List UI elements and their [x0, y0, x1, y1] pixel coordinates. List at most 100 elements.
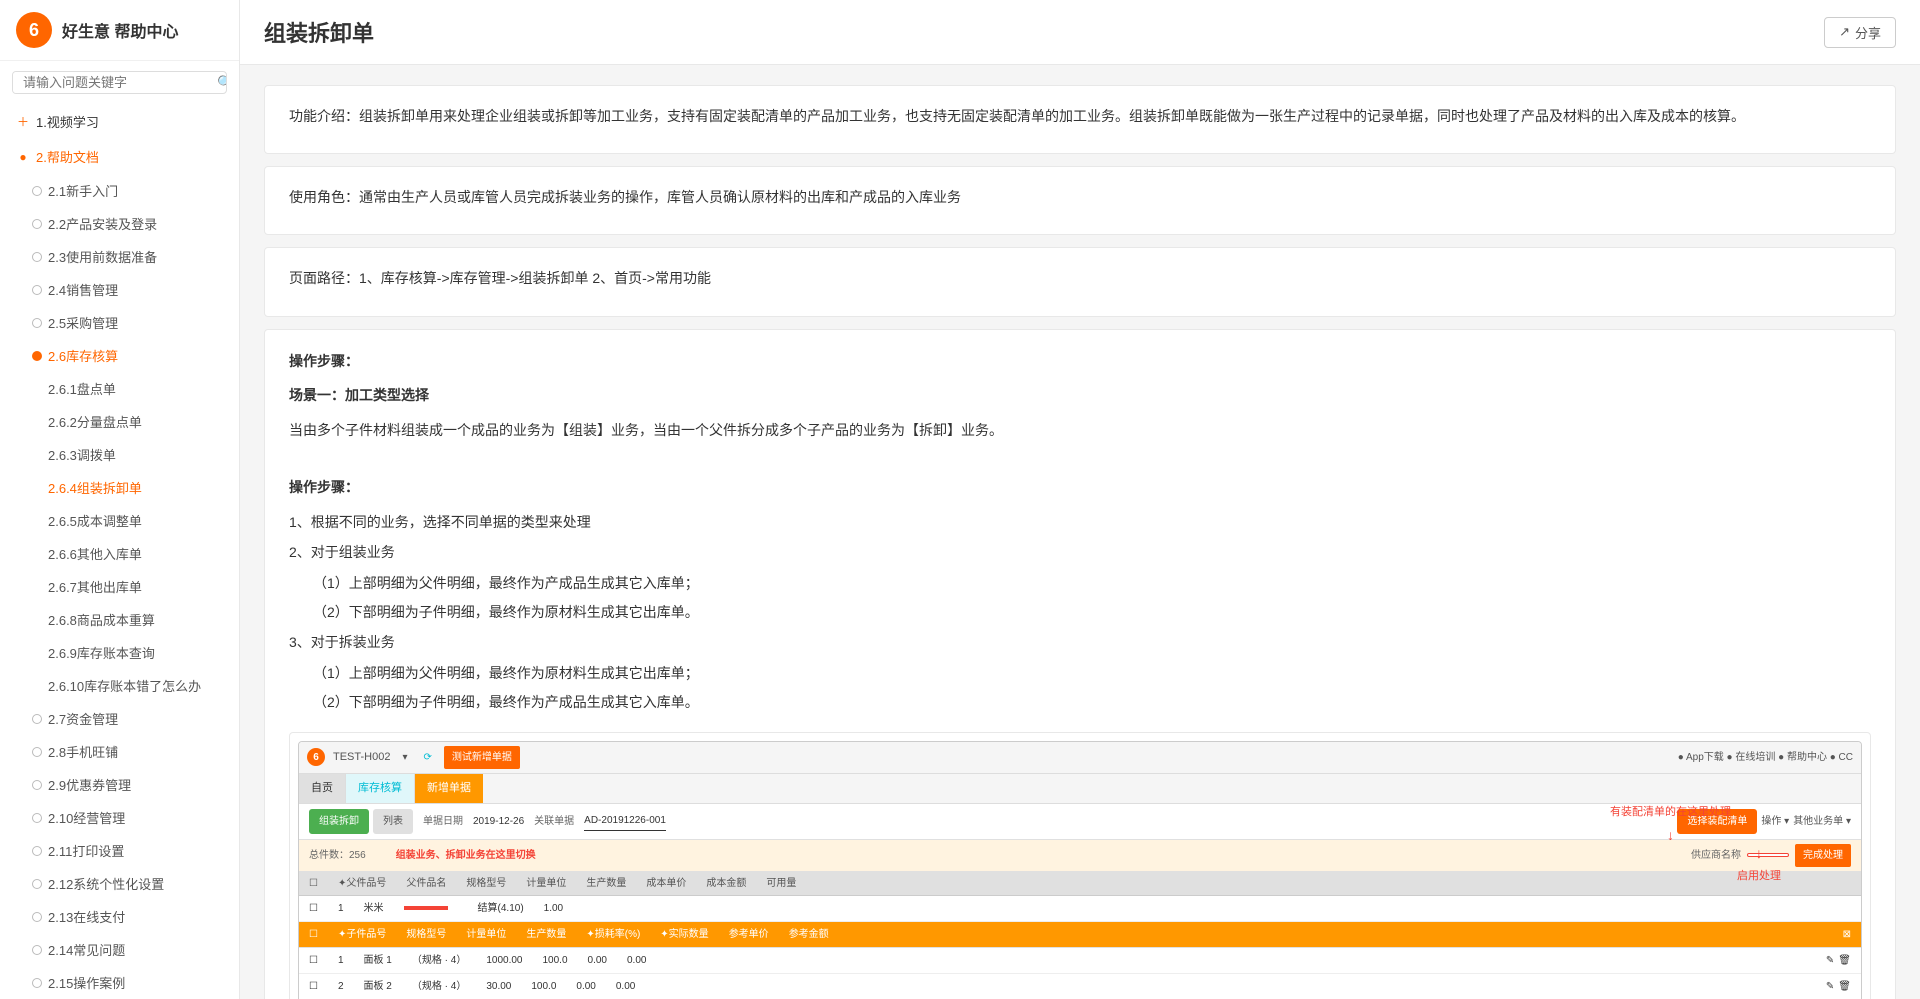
brow1-actions: ✎ 🗑: [1826, 951, 1851, 970]
brow2-actions: ✎ 🗑: [1826, 977, 1851, 996]
mock-app-id: TEST-H002: [333, 747, 390, 768]
sidebar-item-cost-adjust[interactable]: 2.6.5成本调整单: [0, 504, 239, 537]
screenshot-wrapper: 6 TEST-H002 ▾ ⟳ 测试新增单据 ● App下载 ● 在线培训 ● …: [289, 732, 1871, 999]
page-title: 组装拆卸单: [264, 16, 374, 48]
sidebar-item-online-pay[interactable]: 2.13在线支付: [0, 900, 239, 933]
mock-count-label: 总件数：256: [309, 846, 366, 865]
dot-icon: [32, 186, 42, 196]
nav-sub-label: 2.2产品安装及登录: [48, 214, 157, 233]
bcol-loss: ✦损耗率(%): [586, 925, 640, 944]
dot-icon: [32, 714, 42, 724]
sidebar-item-sales[interactable]: 2.4销售管理: [0, 273, 239, 306]
step2-1: （1）上部明细为父件明细，最终作为产成品生成其它入库单；: [313, 570, 1871, 597]
sidebar-item-install[interactable]: 2.2产品安装及登录: [0, 207, 239, 240]
row-qty: 结算(4.10): [478, 899, 524, 918]
intro-card: 功能介绍：组装拆卸单用来处理企业组装或拆卸等加工业务，支持有固定装配清单的产品加…: [264, 85, 1896, 154]
bcol-qty: 计量单位: [466, 925, 506, 944]
brow1-check[interactable]: ☐: [309, 951, 318, 970]
sidebar-item-print[interactable]: 2.11打印设置: [0, 834, 239, 867]
brow2-delete[interactable]: 🗑: [1838, 977, 1851, 996]
col-cost: 成本单价: [646, 874, 686, 893]
mock-table-row-top: ☐ 1 米米 结算(4.10) 1.00: [299, 896, 1861, 922]
main-area: 组装拆卸单 ↗ 分享 功能介绍：组装拆卸单用来处理企业组装或拆卸等加工业务，支持…: [240, 0, 1920, 999]
share-icon: ↗: [1839, 24, 1850, 40]
dot-icon: [32, 912, 42, 922]
bcol-expand[interactable]: ⊠: [1843, 925, 1851, 944]
brow1-v4: 0.00: [588, 951, 607, 970]
nav-sub-label: 2.12系统个性化设置: [48, 874, 164, 893]
mock-tabs-row: 自贡 库存核算 新增单据: [299, 774, 1861, 804]
sidebar-item-other-out[interactable]: 2.6.7其他出库单: [0, 570, 239, 603]
mock-tab-inventory[interactable]: 库存核算: [346, 774, 415, 803]
sidebar-item-other-in[interactable]: 2.6.6其他入库单: [0, 537, 239, 570]
brow2-v4: 0.00: [576, 977, 595, 996]
sidebar-item-operation[interactable]: 2.10经营管理: [0, 801, 239, 834]
sidebar-item-purchase[interactable]: 2.5采购管理: [0, 306, 239, 339]
nav-sub-label: 2.1新手入门: [48, 181, 118, 200]
mock-table-header-top: ☐ ✦父件品号 父件品名 规格型号 计量单位 生产数量 成本单价 成本金额 可用…: [299, 872, 1861, 896]
sidebar-item-system[interactable]: 2.12系统个性化设置: [0, 867, 239, 900]
search-button[interactable]: 🔍: [209, 71, 227, 94]
bcol-check: ☐: [309, 925, 318, 944]
col-unit: 生产数量: [586, 874, 626, 893]
search-input[interactable]: [13, 71, 209, 94]
mock-btn-list[interactable]: 列表: [373, 809, 413, 834]
sidebar-item-cost-reset[interactable]: 2.6.8商品成本重算: [0, 603, 239, 636]
mock-btn-more[interactable]: 操作 ▾: [1761, 812, 1789, 831]
nav-sub-label: 2.5采购管理: [48, 313, 118, 332]
sidebar-item-mobile[interactable]: 2.8手机旺铺: [0, 735, 239, 768]
steps-card: 操作步骤： 场景一：加工类型选择 当由多个子件材料组装成一个成品的业务为【组装】…: [264, 329, 1896, 999]
mock-tab-new[interactable]: 新增单据: [415, 774, 483, 803]
mock-btn-assembly[interactable]: 组装拆卸: [309, 809, 369, 834]
sidebar-item-data-prep[interactable]: 2.3使用前数据准备: [0, 240, 239, 273]
sidebar-item-newbie[interactable]: 2.1新手入门: [0, 174, 239, 207]
scenario-desc: 当由多个子件材料组装成一个成品的业务为【组装】业务，当由一个父件拆分成多个子产品…: [289, 417, 1871, 444]
dot-icon: [32, 813, 42, 823]
path-card: 页面路径：1、库存核算->库存管理->组装拆卸单 2、首页->常用功能: [264, 247, 1896, 316]
step2-2: （2）下部明细为子件明细，最终作为原材料生成其它出库单。: [313, 599, 1871, 626]
dot-icon: [32, 846, 42, 856]
sidebar-item-transfer[interactable]: 2.6.3调拨单: [0, 438, 239, 471]
sidebar-item-capital[interactable]: 2.7资金管理: [0, 702, 239, 735]
sidebar-item-assembly[interactable]: 2.6.4组装拆卸单: [0, 471, 239, 504]
bcol-child-code: ✦子件品号: [338, 925, 386, 944]
dot-open-icon: [32, 351, 42, 361]
brow2-check[interactable]: ☐: [309, 977, 318, 996]
step3-1: （1）上部明细为父件明细，最终作为原材料生成其它出库单；: [313, 660, 1871, 687]
row-check[interactable]: ☐: [309, 899, 318, 918]
brow2-edit[interactable]: ✎: [1826, 977, 1834, 996]
mock-app-bar: 6 TEST-H002 ▾ ⟳ 测试新增单据 ● App下载 ● 在线培训 ● …: [299, 742, 1861, 774]
annotation3-text: 启用处理: [1737, 866, 1781, 887]
sidebar-item-video[interactable]: ＋ 1.视频学习: [0, 104, 239, 139]
mock-new-btn[interactable]: 测试新增单据: [444, 746, 520, 769]
share-button[interactable]: ↗ 分享: [1824, 17, 1896, 48]
main-content: 功能介绍：组装拆卸单用来处理企业组装或拆卸等加工业务，支持有固定装配清单的产品加…: [240, 65, 1920, 999]
search-box[interactable]: 🔍: [12, 71, 227, 94]
step1: 1、根据不同的业务，选择不同单据的类型来处理: [289, 509, 1871, 536]
sidebar-item-inventory[interactable]: 2.6库存核算: [0, 339, 239, 372]
bcol-unit: 生产数量: [526, 925, 566, 944]
sidebar: 6 好生意 帮助中心 🔍 ＋ 1.视频学习 ● 2.帮助文档 2.1新手入门 2…: [0, 0, 240, 999]
sidebar-item-faq[interactable]: 2.14常见问题: [0, 933, 239, 966]
mock-tab-home[interactable]: 自贡: [299, 774, 346, 803]
ops-steps-title: 操作步骤：: [289, 474, 1871, 501]
sidebar-item-ledger-wrong[interactable]: 2.6.10库存账本错了怎么办: [0, 669, 239, 702]
row-input-red[interactable]: [404, 906, 448, 910]
row-name: 米米: [364, 899, 384, 918]
share-label: 分享: [1855, 23, 1881, 42]
col-spec: 规格型号: [466, 874, 506, 893]
brow1-edit[interactable]: ✎: [1826, 951, 1834, 970]
bcol-total: 参考金额: [789, 925, 829, 944]
brow1-delete[interactable]: 🗑: [1838, 951, 1851, 970]
dot-icon: [32, 879, 42, 889]
sidebar-item-coupon[interactable]: 2.9优惠券管理: [0, 768, 239, 801]
sidebar-item-ledger-query[interactable]: 2.6.9库存账本查询: [0, 636, 239, 669]
sidebar-item-docs[interactable]: ● 2.帮助文档: [0, 139, 239, 174]
mock-date-val: 2019-12-26: [473, 812, 524, 831]
sidebar-item-partial-stocktake[interactable]: 2.6.2分量盘点单: [0, 405, 239, 438]
dot-icon: [32, 747, 42, 757]
mock-btn-print[interactable]: 其他业务单 ▾: [1793, 812, 1851, 831]
mock-confirm-btn[interactable]: 完成处理: [1795, 844, 1851, 867]
sidebar-item-cases[interactable]: 2.15操作案例: [0, 966, 239, 999]
sidebar-item-stocktake[interactable]: 2.6.1盘点单: [0, 372, 239, 405]
